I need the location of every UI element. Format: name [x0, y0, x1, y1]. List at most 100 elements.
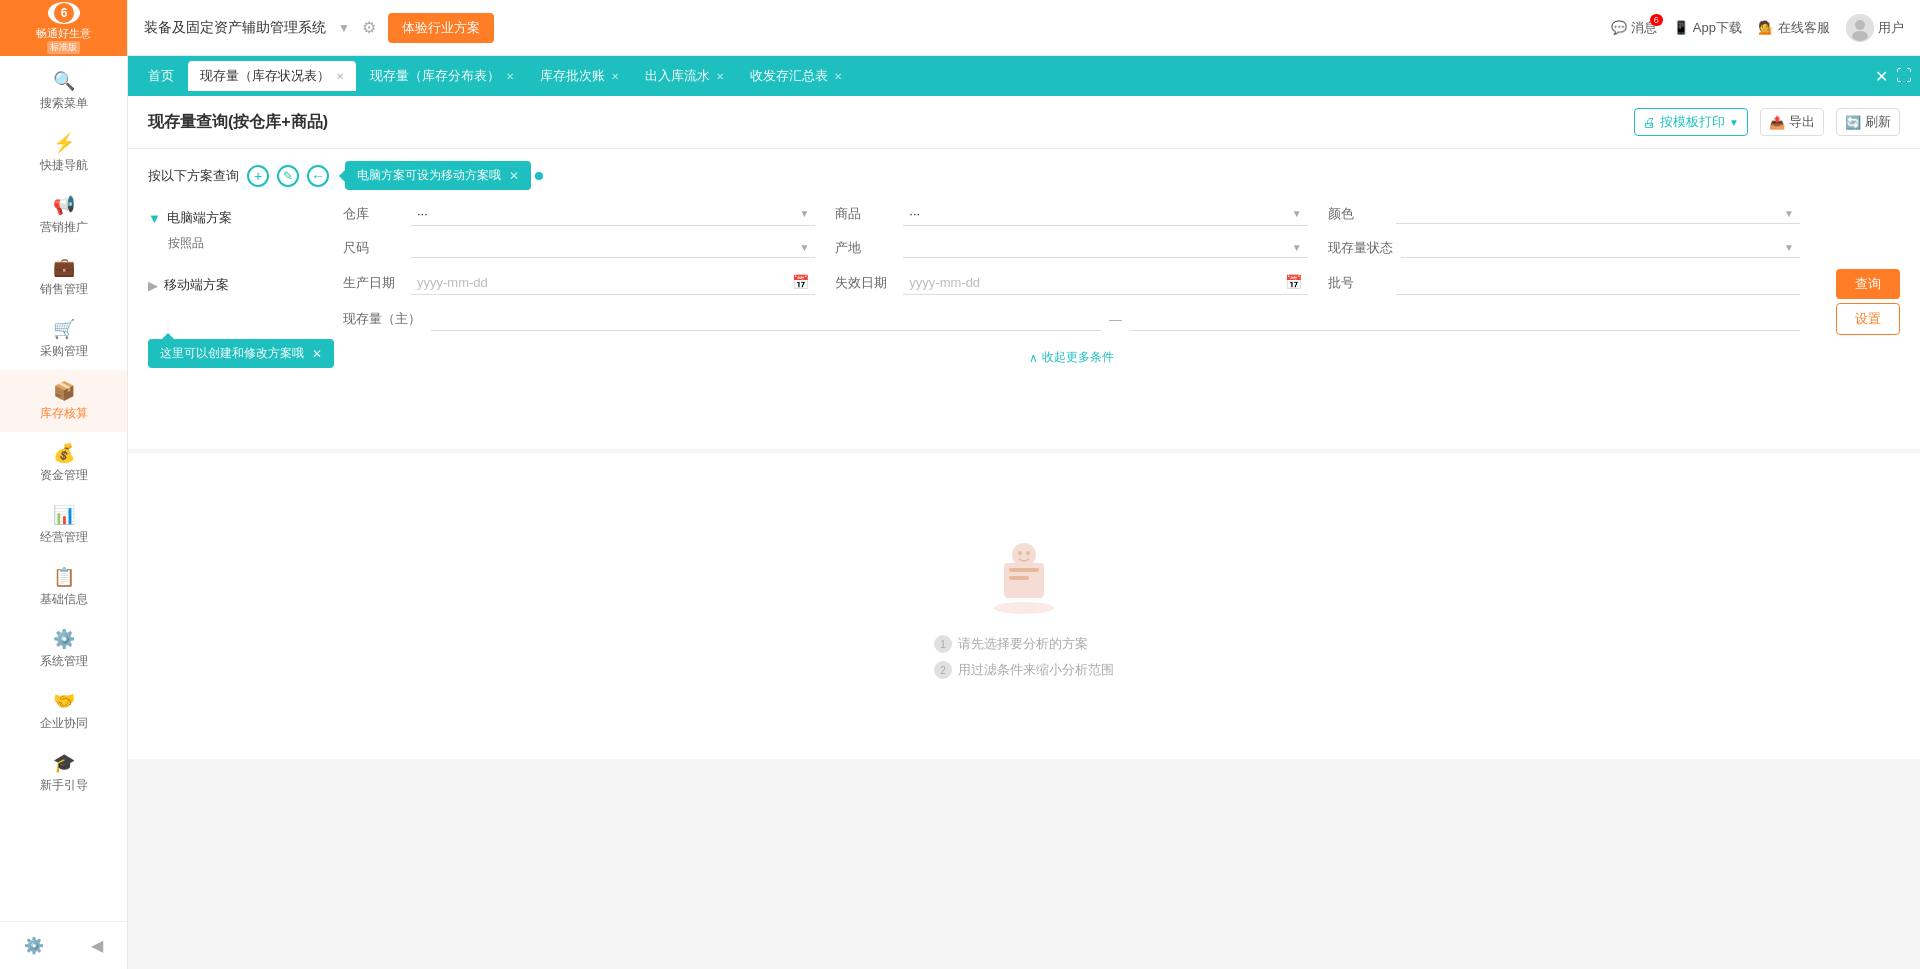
- svg-point-11: [1026, 551, 1030, 555]
- prod-date-calendar-icon[interactable]: 📅: [792, 274, 809, 290]
- filter-arrow-btn[interactable]: ←: [307, 165, 329, 187]
- search-btn[interactable]: 查询: [1836, 269, 1900, 299]
- filter-item-size: 尺码 ▼: [343, 238, 815, 258]
- sidebar-item-purchase[interactable]: 🛒 采购管理: [0, 308, 127, 370]
- tab-inout-flow-close[interactable]: ✕: [716, 71, 724, 82]
- sidebar-item-sales[interactable]: 💼 销售管理: [0, 246, 127, 308]
- tab-stock-dist-close[interactable]: ✕: [506, 71, 514, 82]
- filter-item-stock-status: 现存量状态 ▼: [1328, 238, 1800, 258]
- stock-status-select[interactable]: ▼: [1401, 238, 1800, 258]
- svg-point-4: [1852, 31, 1868, 41]
- filter-fields: 仓库 ··· ▼ 商品 ··· ▼: [343, 202, 1900, 372]
- logo-icon: 6: [48, 2, 80, 24]
- page-title: 现存量查询(按仓库+商品): [148, 112, 328, 133]
- sidebar-item-quicknav[interactable]: ⚡ 快捷导航: [0, 122, 127, 184]
- sidebar-item-basicinfo[interactable]: 📋 基础信息: [0, 556, 127, 618]
- tab-summary[interactable]: 收发存汇总表 ✕: [738, 61, 854, 91]
- topbar-left: 装备及固定资产辅助管理系统 ▼ ⚙ 体验行业方案: [144, 13, 494, 43]
- sidebar-item-collab[interactable]: 🤝 企业协同: [0, 680, 127, 742]
- goods-chevron-icon: ▼: [1292, 208, 1302, 219]
- origin-select[interactable]: ▼: [903, 238, 1307, 258]
- prod-date-input[interactable]: yyyy-mm-dd 📅: [411, 270, 815, 295]
- filter-edit-btn[interactable]: ✎: [277, 165, 299, 187]
- sidebar-item-inventory[interactable]: 📦 库存核算: [0, 370, 127, 432]
- tab-inout-flow[interactable]: 出入库流水 ✕: [633, 61, 736, 91]
- content-area: 现存量查询(按仓库+商品) 🖨 按模板打印 ▼ 📤 导出 🔄 刷新: [128, 96, 1920, 969]
- warehouse-select[interactable]: ··· ▼: [411, 202, 815, 226]
- batch-input[interactable]: [1396, 271, 1800, 295]
- scheme-tooltip-text: 这里可以创建和修改方案哦: [160, 345, 304, 362]
- stock-status-chevron-icon: ▼: [1784, 242, 1794, 253]
- sidebar: 6 畅通好生意 标准版 🔍 搜索菜单 ⚡ 快捷导航 📢 营销推广 💼 销售管理 …: [0, 0, 128, 969]
- filter-header: 按以下方案查询 + ✎ ← 电脑方案可设为移动方案哦 ✕: [148, 161, 1900, 190]
- scheme-tooltip-close[interactable]: ✕: [312, 347, 322, 361]
- filter-add-btn[interactable]: +: [247, 165, 269, 187]
- svg-rect-7: [1009, 568, 1039, 572]
- stock-main-min-input[interactable]: [431, 307, 1101, 331]
- prod-date-placeholder: yyyy-mm-dd: [417, 275, 488, 290]
- tab-fullscreen-btn[interactable]: ⛶: [1896, 67, 1912, 85]
- purchase-icon: 🛒: [53, 318, 75, 340]
- svg-point-5: [994, 602, 1054, 614]
- color-label: 颜色: [1328, 205, 1388, 223]
- tab-stock-dist[interactable]: 现存量（库存分布表） ✕: [358, 61, 526, 91]
- sidebar-collapse-btn[interactable]: ◀: [87, 932, 107, 959]
- msg-btn[interactable]: 💬 6 消息: [1611, 19, 1657, 37]
- add-tooltip-close[interactable]: ✕: [509, 169, 519, 183]
- empty-state-illustration: [979, 533, 1069, 623]
- sidebar-bottom: ⚙️ ◀: [0, 921, 127, 969]
- exp-date-calendar-icon[interactable]: 📅: [1285, 274, 1302, 290]
- online-service-btn[interactable]: 💁 在线客服: [1758, 19, 1830, 37]
- sidebar-item-operations[interactable]: 📊 经营管理: [0, 494, 127, 556]
- system-dropdown-btn[interactable]: ▼: [338, 21, 350, 35]
- app-download-btn[interactable]: 📱 App下载: [1673, 19, 1742, 37]
- user-area[interactable]: 用户: [1846, 14, 1904, 42]
- sidebar-item-search[interactable]: 🔍 搜索菜单: [0, 60, 127, 122]
- filter-item-origin: 产地 ▼: [835, 238, 1307, 258]
- tab-home[interactable]: 首页: [136, 61, 186, 91]
- export-btn[interactable]: 📤 导出: [1760, 108, 1824, 136]
- system-icon: ⚙️: [53, 628, 75, 650]
- print-btn[interactable]: 🖨 按模板打印 ▼: [1634, 108, 1748, 136]
- refresh-btn[interactable]: 🔄 刷新: [1836, 108, 1900, 136]
- collapse-conditions-btn[interactable]: ∧ 收起更多条件: [343, 343, 1800, 372]
- stock-status-label: 现存量状态: [1328, 239, 1393, 257]
- topbar-settings-icon[interactable]: ⚙: [362, 18, 376, 37]
- tab-batch-ledger[interactable]: 库存批次账 ✕: [528, 61, 631, 91]
- filter-item-color: 颜色 ▼: [1328, 204, 1800, 224]
- tab-stock-status-close[interactable]: ✕: [336, 71, 344, 82]
- collapse-up-icon: ∧: [1029, 351, 1038, 365]
- sidebar-item-marketing[interactable]: 📢 营销推广: [0, 184, 127, 246]
- scheme-group-mobile: ▶ 移动端方案: [148, 272, 323, 298]
- filter-item-batch: 批号: [1328, 271, 1800, 295]
- scheme-item-label-0: 按照品: [168, 236, 204, 250]
- sidebar-settings-btn[interactable]: ⚙️: [20, 932, 48, 959]
- exp-date-input[interactable]: yyyy-mm-dd 📅: [903, 270, 1307, 295]
- marketing-icon: 📢: [53, 194, 75, 216]
- filter-header-label: 按以下方案查询: [148, 167, 239, 185]
- goods-select[interactable]: ··· ▼: [903, 202, 1307, 226]
- size-select[interactable]: ▼: [411, 238, 815, 258]
- brand-tag: 标准版: [47, 41, 80, 54]
- tab-batch-ledger-close[interactable]: ✕: [611, 71, 619, 82]
- app-download-label: App下载: [1693, 19, 1742, 37]
- sidebar-item-finance[interactable]: 💰 资金管理: [0, 432, 127, 494]
- tab-close-all-btn[interactable]: ✕: [1875, 67, 1888, 86]
- basicinfo-icon: 📋: [53, 566, 75, 588]
- topbar: 装备及固定资产辅助管理系统 ▼ ⚙ 体验行业方案 💬 6 消息 📱 App下载 …: [128, 0, 1920, 56]
- color-select[interactable]: ▼: [1396, 204, 1800, 224]
- tab-stock-status[interactable]: 现存量（库存状况表） ✕: [188, 61, 356, 91]
- scheme-group-mobile-header[interactable]: ▶ 移动端方案: [148, 272, 323, 298]
- trial-btn[interactable]: 体验行业方案: [388, 13, 494, 43]
- sidebar-item-system[interactable]: ⚙️ 系统管理: [0, 618, 127, 680]
- tab-summary-close[interactable]: ✕: [834, 71, 842, 82]
- reset-btn[interactable]: 设置: [1836, 303, 1900, 335]
- scheme-item-0[interactable]: 按照品: [148, 231, 323, 256]
- tabbar: 首页 现存量（库存状况表） ✕ 现存量（库存分布表） ✕ 库存批次账 ✕ 出入库…: [128, 56, 1920, 96]
- size-label: 尺码: [343, 239, 403, 257]
- user-avatar: [1846, 14, 1874, 42]
- scheme-group-desktop-header[interactable]: ▼ 电脑端方案: [148, 205, 323, 231]
- stock-main-max-input[interactable]: [1130, 307, 1800, 331]
- tab-summary-label: 收发存汇总表: [750, 67, 828, 85]
- sidebar-item-guide[interactable]: 🎓 新手引导: [0, 742, 127, 804]
